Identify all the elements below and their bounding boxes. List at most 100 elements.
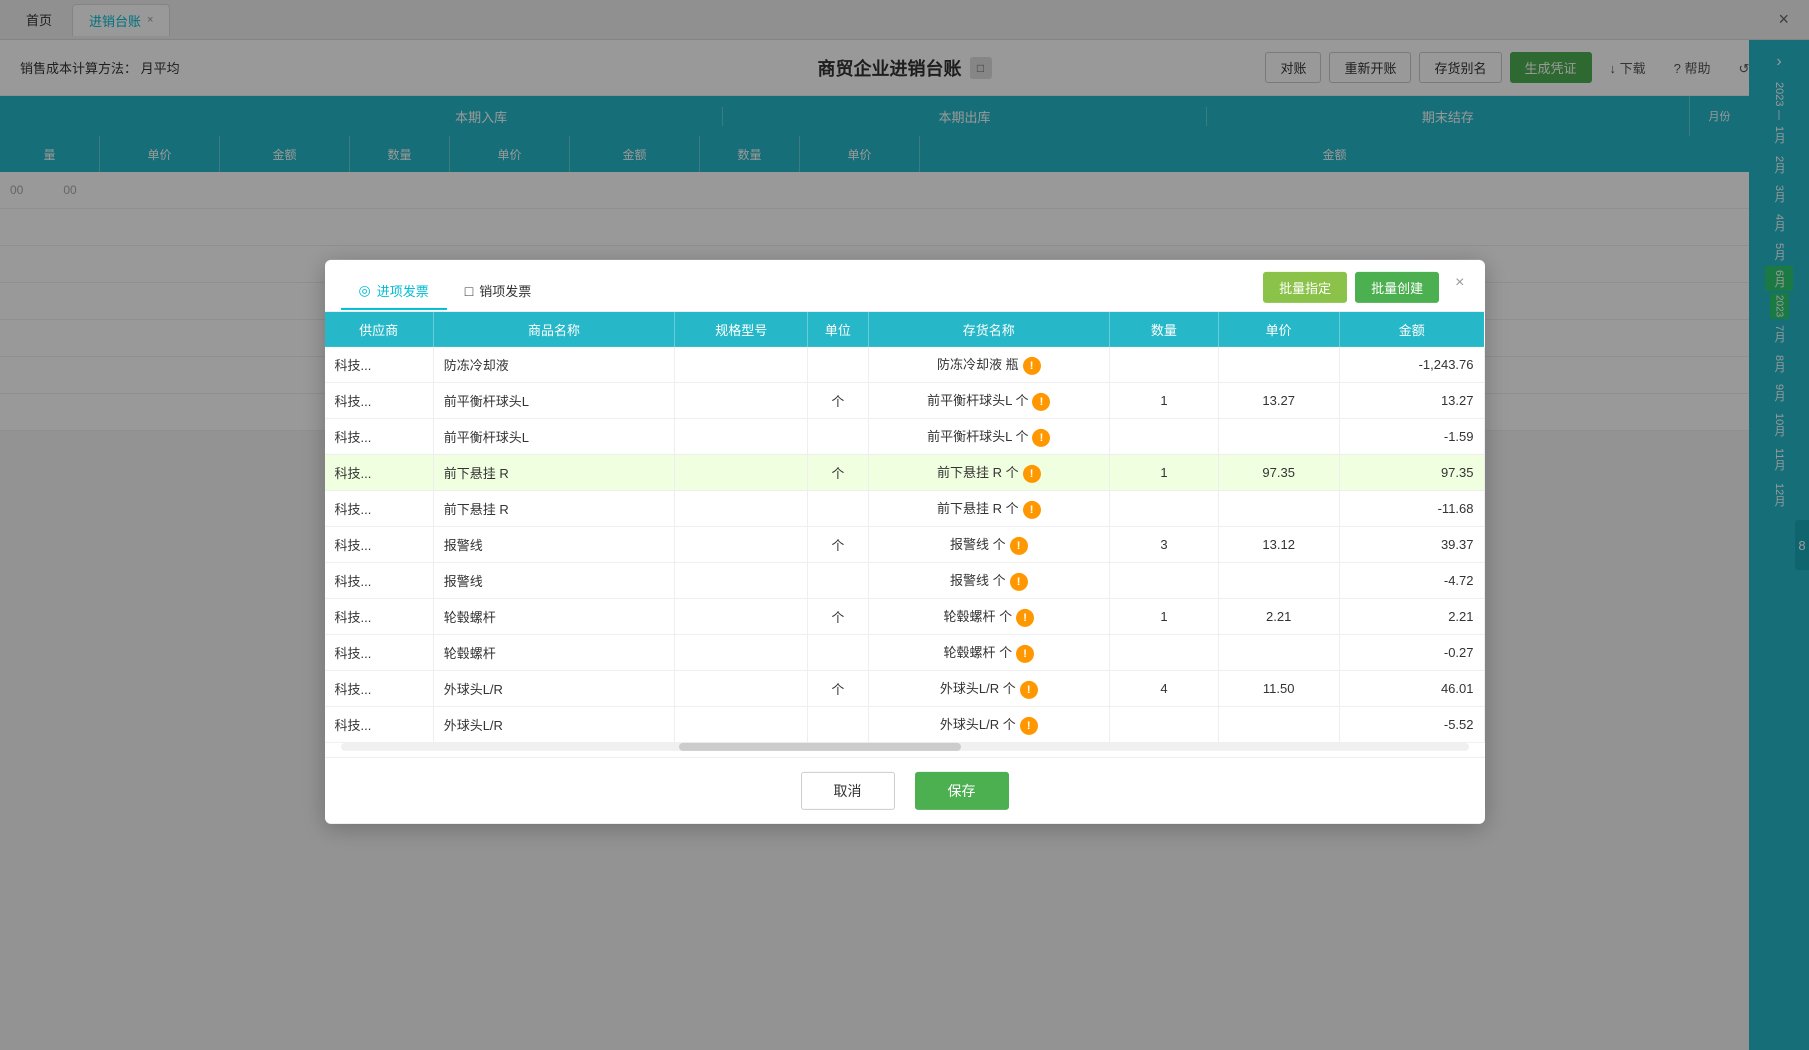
warning-icon: ! [1016,645,1034,663]
cell-amount: -1.59 [1339,418,1484,454]
output-invoice-icon: □ [465,282,473,298]
cell-quantity [1110,490,1219,526]
modal-close-button[interactable]: × [1451,274,1468,292]
cell-unit [808,706,868,742]
stock-name-text: 轮毂螺杆 个 [943,645,1012,660]
cell-supplier: 科技... [325,598,434,634]
cell-unit: 个 [808,454,868,490]
table-row: 科技... 轮毂螺杆 轮毂螺杆 个! -0.27 [325,634,1485,670]
cell-supplier: 科技... [325,454,434,490]
cancel-button[interactable]: 取消 [801,772,895,810]
cell-unit-price: 11.50 [1218,670,1339,706]
cell-goods-name: 轮毂螺杆 [433,634,675,670]
modal-footer: 取消 保存 [325,757,1485,824]
table-header-row: 供应商 商品名称 规格型号 单位 存货名称 数量 单价 金额 [325,312,1485,347]
cell-unit: 个 [808,382,868,418]
th-quantity: 数量 [1110,312,1219,347]
th-spec: 规格型号 [675,312,808,347]
modal-header: ◎ 进项发票 □ 销项发票 批量指定 批量创建 × [325,260,1485,312]
cell-goods-name: 外球头L/R [433,706,675,742]
modal-table-wrap[interactable]: 供应商 商品名称 规格型号 单位 存货名称 数量 单价 金额 科技... 防冻冷… [325,312,1485,743]
cell-spec [675,634,808,670]
cell-spec [675,490,808,526]
cell-spec [675,670,808,706]
cell-stock-name: 轮毂螺杆 个! [868,598,1110,634]
cell-stock-name: 轮毂螺杆 个! [868,634,1110,670]
save-button[interactable]: 保存 [915,772,1009,810]
cell-unit-price [1218,706,1339,742]
table-row: 科技... 报警线 个 报警线 个! 3 13.12 39.37 [325,526,1485,562]
warning-icon: ! [1032,429,1050,447]
batch-assign-button[interactable]: 批量指定 [1263,272,1347,303]
cell-goods-name: 报警线 [433,526,675,562]
cell-unit-price: 2.21 [1218,598,1339,634]
cell-unit-price: 13.27 [1218,382,1339,418]
stock-name-text: 前下悬挂 R 个 [937,501,1019,516]
cell-unit-price: 97.35 [1218,454,1339,490]
cell-amount: -4.72 [1339,562,1484,598]
cell-amount: -1,243.76 [1339,347,1484,383]
cell-spec [675,706,808,742]
table-row: 科技... 前下悬挂 R 个 前下悬挂 R 个! 1 97.35 97.35 [325,454,1485,490]
cell-goods-name: 前平衡杆球头L [433,382,675,418]
cell-spec [675,454,808,490]
tab-output-invoice[interactable]: □ 销项发票 [447,273,549,310]
cell-quantity: 3 [1110,526,1219,562]
warning-icon: ! [1010,537,1028,555]
cell-amount: 46.01 [1339,670,1484,706]
cell-stock-name: 前下悬挂 R 个! [868,454,1110,490]
cell-stock-name: 前平衡杆球头L 个! [868,418,1110,454]
stock-name-text: 报警线 个 [950,573,1006,588]
cell-quantity [1110,418,1219,454]
modal-dialog: ◎ 进项发票 □ 销项发票 批量指定 批量创建 × 供应商 商品名称 规格型号 [325,260,1485,824]
table-row: 科技... 前下悬挂 R 前下悬挂 R 个! -11.68 [325,490,1485,526]
th-supplier: 供应商 [325,312,434,347]
cell-unit-price [1218,490,1339,526]
modal-horizontal-scrollbar[interactable] [341,743,1469,751]
cell-goods-name: 防冻冷却液 [433,347,675,383]
cell-supplier: 科技... [325,562,434,598]
warning-icon: ! [1023,465,1041,483]
warning-icon: ! [1023,501,1041,519]
warning-icon: ! [1032,393,1050,411]
cell-supplier: 科技... [325,670,434,706]
th-amount: 金额 [1339,312,1484,347]
cell-quantity [1110,347,1219,383]
cell-spec [675,382,808,418]
cell-stock-name: 防冻冷却液 瓶! [868,347,1110,383]
th-stock-name: 存货名称 [868,312,1110,347]
cell-unit-price [1218,347,1339,383]
tab-input-label: 进项发票 [377,281,429,300]
table-row: 科技... 防冻冷却液 防冻冷却液 瓶! -1,243.76 [325,347,1485,383]
stock-name-text: 前平衡杆球头L 个 [927,429,1028,444]
table-row: 科技... 报警线 报警线 个! -4.72 [325,562,1485,598]
cell-unit [808,634,868,670]
cell-amount: 13.27 [1339,382,1484,418]
table-row: 科技... 前平衡杆球头L 前平衡杆球头L 个! -1.59 [325,418,1485,454]
cell-goods-name: 外球头L/R [433,670,675,706]
cell-amount: 97.35 [1339,454,1484,490]
warning-icon: ! [1016,609,1034,627]
cell-supplier: 科技... [325,490,434,526]
cell-unit: 个 [808,598,868,634]
cell-unit: 个 [808,670,868,706]
th-unit: 单位 [808,312,868,347]
tab-input-invoice[interactable]: ◎ 进项发票 [341,273,447,310]
cell-quantity: 4 [1110,670,1219,706]
stock-name-text: 外球头L/R 个 [940,717,1016,732]
cell-unit: 个 [808,526,868,562]
cell-spec [675,562,808,598]
batch-create-button[interactable]: 批量创建 [1355,272,1439,303]
th-goods-name: 商品名称 [433,312,675,347]
cell-unit [808,562,868,598]
stock-name-text: 外球头L/R 个 [940,681,1016,696]
cell-amount: 39.37 [1339,526,1484,562]
cell-spec [675,526,808,562]
cell-unit [808,490,868,526]
cell-unit-price [1218,634,1339,670]
stock-name-text: 轮毂螺杆 个 [943,609,1012,624]
cell-stock-name: 前下悬挂 R 个! [868,490,1110,526]
cell-spec [675,418,808,454]
main-area: 销售成本计算方法： 月平均 商贸企业进销台账 □ 对账 重新开账 存货别名 生成… [0,40,1809,1050]
warning-icon: ! [1020,717,1038,735]
